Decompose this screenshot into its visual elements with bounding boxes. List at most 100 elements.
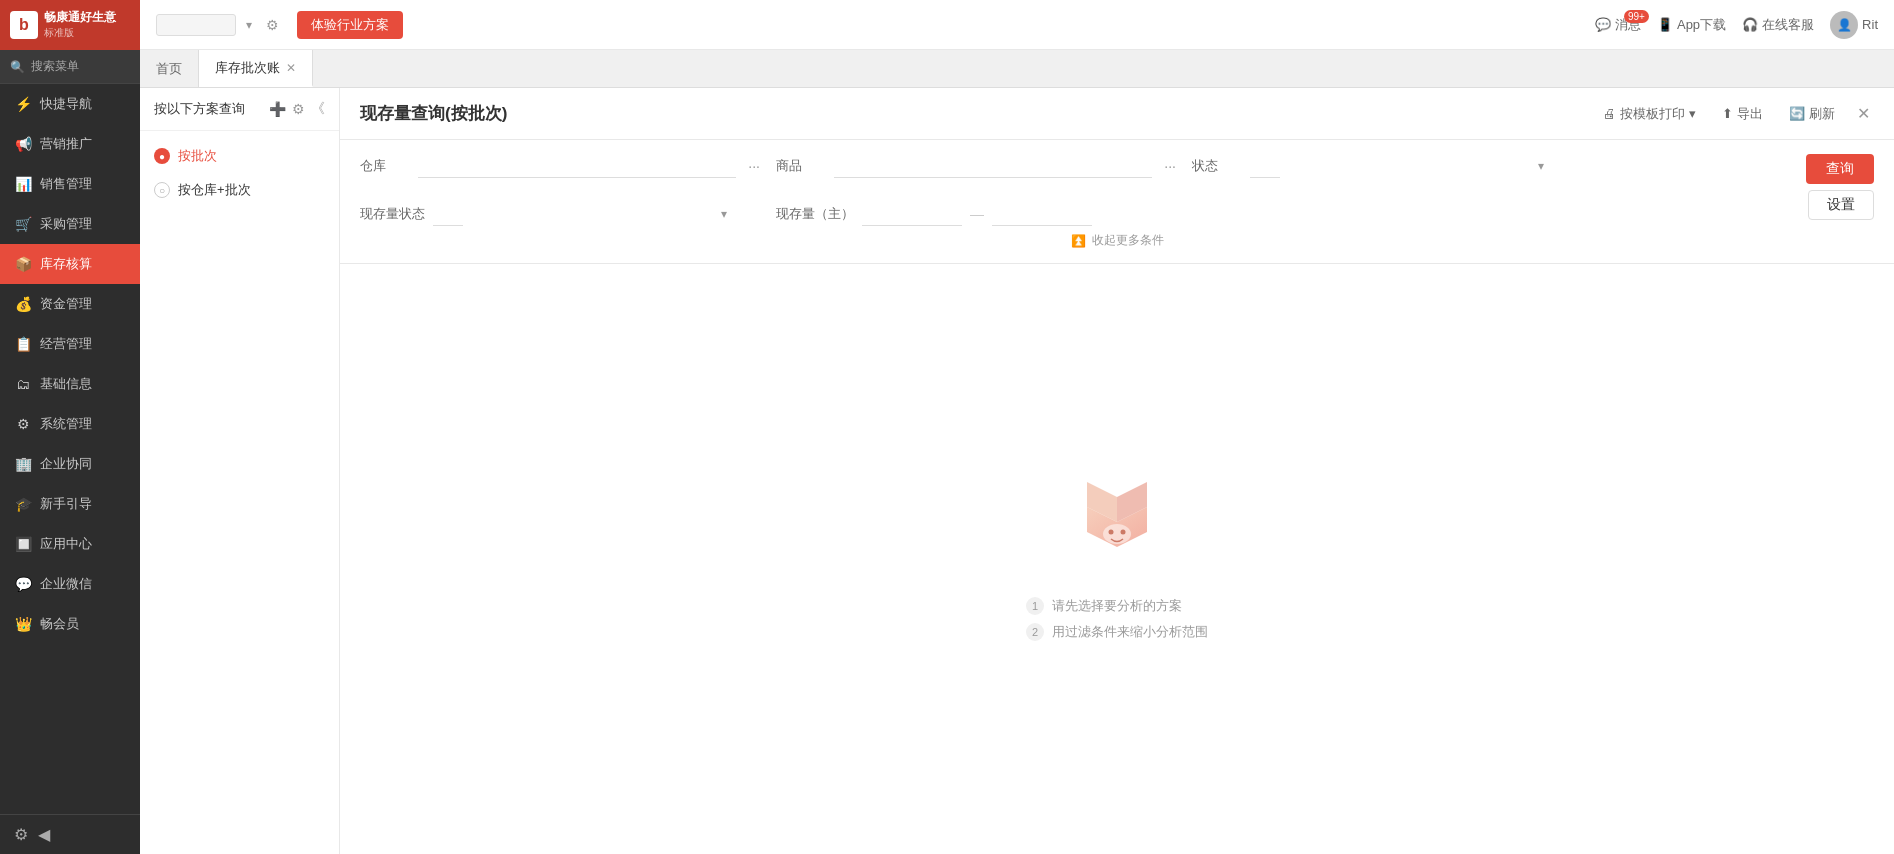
sidebar-header: b 畅康通好生意 标准版 [0, 0, 140, 50]
app-download-label: App下载 [1677, 16, 1726, 34]
status-label: 状态 [1192, 157, 1242, 175]
empty-tips: 1 请先选择要分析的方案 2 用过滤条件来缩小分析范围 [1026, 597, 1208, 641]
sidebar-item-member[interactable]: 👑 畅会员 [0, 604, 140, 644]
filter-warehouse-field: 仓库 ··· [360, 154, 760, 178]
inactive-dot-icon: ○ [154, 182, 170, 198]
sidebar-item-label: 库存核算 [40, 255, 92, 273]
refresh-btn[interactable]: 🔄 刷新 [1781, 101, 1843, 127]
search-menu[interactable]: 🔍 搜索菜单 [0, 50, 140, 84]
print-label: 按模板打印 [1620, 105, 1685, 123]
product-label: 商品 [776, 157, 826, 175]
sidebar-item-system[interactable]: ⚙ 系统管理 [0, 404, 140, 444]
collapse-sidebar-icon[interactable]: ◀ [38, 825, 50, 844]
warehouse-label: 仓库 [360, 157, 410, 175]
sidebar-item-inventory[interactable]: 📦 库存核算 [0, 244, 140, 284]
sidebar-item-label: 销售管理 [40, 175, 92, 193]
empty-state: 1 请先选择要分析的方案 2 用过滤条件来缩小分析范围 [340, 264, 1894, 854]
content-area: 按以下方案查询 ➕ ⚙ 《 ● 按批次 ○ 按仓库+批次 [140, 88, 1894, 854]
query-btn[interactable]: 查询 [1806, 154, 1874, 184]
sidebar-bottom: ⚙ ◀ [0, 814, 140, 854]
sidebar-item-label: 资金管理 [40, 295, 92, 313]
app-logo: b [10, 11, 38, 39]
tip-num-2: 2 [1026, 623, 1044, 641]
scheme-by-batch[interactable]: ● 按批次 [140, 139, 339, 173]
breadcrumb-input[interactable] [156, 14, 236, 36]
export-btn[interactable]: ⬆ 导出 [1714, 101, 1771, 127]
svg-point-5 [1121, 530, 1126, 535]
company-name: 畅康通好生意 [44, 10, 116, 26]
active-dot-icon: ● [154, 148, 170, 164]
sidebar-item-enterprise[interactable]: 🏢 企业协同 [0, 444, 140, 484]
operations-icon: 📋 [14, 335, 32, 353]
page-header-actions: 🖨 按模板打印 ▾ ⬆ 导出 🔄 刷新 ✕ [1595, 100, 1874, 127]
manage-scheme-icon[interactable]: ⚙ [292, 101, 305, 117]
status-select[interactable] [1250, 154, 1280, 178]
sidebar-item-sales[interactable]: 📊 销售管理 [0, 164, 140, 204]
collapse-bar[interactable]: ⏫ 收起更多条件 [360, 226, 1874, 249]
sidebar-item-purchase[interactable]: 🛒 采购管理 [0, 204, 140, 244]
tab-inventory-batch[interactable]: 库存批次账 ✕ [199, 50, 313, 87]
stock-status-select[interactable] [433, 202, 463, 226]
filter-row-1: 仓库 ··· 商品 ··· [360, 154, 1790, 178]
stock-qty-from[interactable] [862, 202, 962, 226]
message-icon: 💬 [1595, 17, 1611, 32]
phone-icon: 📱 [1657, 17, 1673, 32]
product-input[interactable] [834, 154, 1152, 178]
filter-row-2: 现存量状态 现存量（主） [360, 202, 1790, 226]
sidebar-item-label: 系统管理 [40, 415, 92, 433]
filter-area: 仓库 ··· 商品 ··· [340, 140, 1894, 264]
collapse-label: 收起更多条件 [1092, 232, 1164, 249]
left-panel-items: ● 按批次 ○ 按仓库+批次 [140, 131, 339, 215]
member-icon: 👑 [14, 615, 32, 633]
scheme-by-batch-label: 按批次 [178, 147, 217, 165]
stock-status-select-wrapper [433, 202, 733, 226]
scheme-by-warehouse-batch[interactable]: ○ 按仓库+批次 [140, 173, 339, 207]
print-btn[interactable]: 🖨 按模板打印 ▾ [1595, 101, 1704, 127]
sidebar-item-basic[interactable]: 🗂 基础信息 [0, 364, 140, 404]
sidebar-item-operations[interactable]: 📋 经营管理 [0, 324, 140, 364]
topbar-gear-icon[interactable]: ⚙ [266, 17, 279, 33]
sidebar-item-label: 企业协同 [40, 455, 92, 473]
print-chevron-icon[interactable]: ▾ [1689, 106, 1696, 121]
main-area: ▾ ⚙ 体验行业方案 💬 消息 99+ 📱 App下载 🎧 在线客服 👤 [140, 0, 1894, 854]
stock-qty-label: 现存量（主） [776, 205, 854, 223]
sidebar-item-label: 新手引导 [40, 495, 92, 513]
edition-label: 标准版 [44, 26, 116, 40]
left-panel-icons: ➕ ⚙ 《 [269, 100, 325, 118]
message-action[interactable]: 💬 消息 99+ [1595, 16, 1641, 34]
sidebar-item-finance[interactable]: 💰 资金管理 [0, 284, 140, 324]
tab-home[interactable]: 首页 [140, 50, 199, 87]
warehouse-dots[interactable]: ··· [748, 158, 760, 174]
quick-nav-icon: ⚡ [14, 95, 32, 113]
stock-qty-to[interactable] [992, 202, 1092, 226]
sidebar-item-label: 应用中心 [40, 535, 92, 553]
collapse-panel-icon[interactable]: 《 [311, 100, 325, 118]
product-dots[interactable]: ··· [1164, 158, 1176, 174]
close-panel-btn[interactable]: ✕ [1853, 100, 1874, 127]
inventory-icon: 📦 [14, 255, 32, 273]
online-service-action[interactable]: 🎧 在线客服 [1742, 16, 1814, 34]
tab-close-icon[interactable]: ✕ [286, 62, 296, 74]
sidebar-item-quick-nav[interactable]: ⚡ 快捷导航 [0, 84, 140, 124]
settings-icon[interactable]: ⚙ [14, 825, 28, 844]
tab-home-label: 首页 [156, 60, 182, 78]
settings-btn[interactable]: 设置 [1808, 190, 1874, 220]
warehouse-input[interactable] [418, 154, 736, 178]
sidebar-item-wechat[interactable]: 💬 企业微信 [0, 564, 140, 604]
left-panel-header: 按以下方案查询 ➕ ⚙ 《 [140, 88, 339, 131]
experience-btn[interactable]: 体验行业方案 [297, 11, 403, 39]
sidebar-item-app-center[interactable]: 🔲 应用中心 [0, 524, 140, 564]
wechat-icon: 💬 [14, 575, 32, 593]
scheme-by-warehouse-batch-label: 按仓库+批次 [178, 181, 251, 199]
right-content: 现存量查询(按批次) 🖨 按模板打印 ▾ ⬆ 导出 🔄 刷新 [340, 88, 1894, 854]
sidebar-item-newbie[interactable]: 🎓 新手引导 [0, 484, 140, 524]
avatar-placeholder: 👤 [1837, 18, 1852, 32]
sidebar-item-marketing[interactable]: 📢 营销推广 [0, 124, 140, 164]
topbar-chevron-icon[interactable]: ▾ [246, 18, 252, 32]
filter-product-field: 商品 ··· [776, 154, 1176, 178]
user-name: Rit [1862, 17, 1878, 32]
app-center-icon: 🔲 [14, 535, 32, 553]
add-scheme-icon[interactable]: ➕ [269, 101, 286, 117]
app-download-action[interactable]: 📱 App下载 [1657, 16, 1726, 34]
user-action[interactable]: 👤 Rit [1830, 11, 1878, 39]
